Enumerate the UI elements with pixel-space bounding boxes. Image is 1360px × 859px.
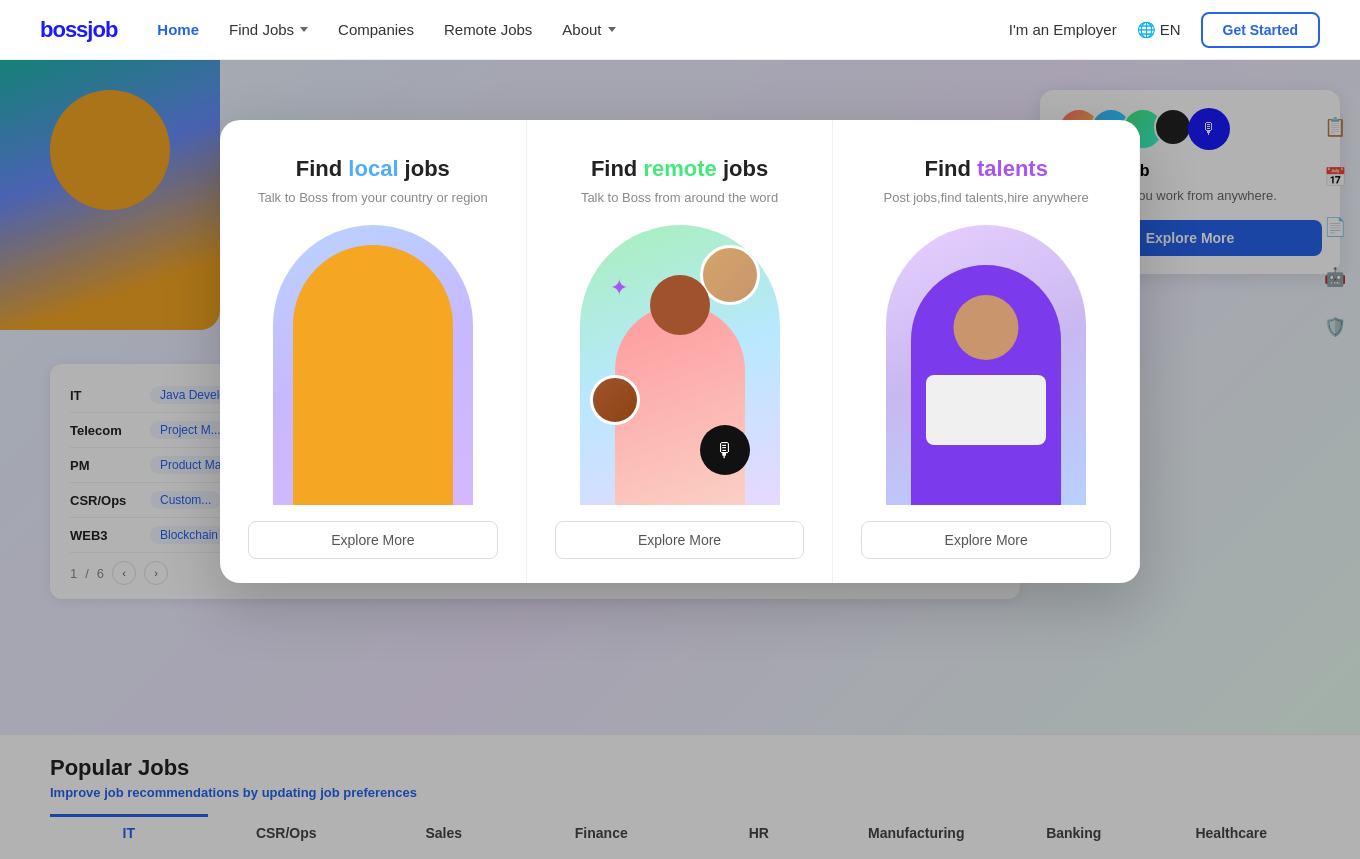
central-head [650,275,710,335]
nav-companies[interactable]: Companies [338,21,414,38]
nav-find-jobs[interactable]: Find Jobs [229,21,308,38]
floating-person-top [700,245,760,305]
find-talents-subtitle: Post jobs,find talents,hire anywhere [861,190,1111,205]
person1-body [293,245,453,505]
local-person-image [273,225,473,505]
local-explore-button[interactable]: Explore More [248,521,498,559]
modal-overlay[interactable]: Find local jobs Talk to Boss from your c… [0,60,1360,859]
nav-about[interactable]: About [562,21,615,38]
local-highlight: local [348,156,398,181]
find-local-subtitle: Talk to Boss from your country or region [248,190,498,205]
navbar: bossjob Home Find Jobs Companies Remote … [0,0,1360,60]
find-local-panel: Find local jobs Talk to Boss from your c… [220,120,527,583]
floating-person-left [590,375,640,425]
main-area: IT Java Developer Telecom Project M... P… [0,60,1360,859]
find-remote-title: Find remote jobs [555,156,805,182]
find-jobs-dropdown-icon [300,27,308,32]
logo[interactable]: bossjob [40,17,117,43]
nav-links: Home Find Jobs Companies Remote Jobs Abo… [157,21,1008,38]
find-jobs-modal: Find local jobs Talk to Boss from your c… [220,120,1140,583]
mic-float-icon: 🎙 [700,425,750,475]
nav-remote-jobs[interactable]: Remote Jobs [444,21,532,38]
about-dropdown-icon [608,27,616,32]
find-local-title: Find local jobs [248,156,498,182]
get-started-button[interactable]: Get Started [1201,12,1320,48]
p3-head [954,295,1019,360]
talents-highlight: talents [977,156,1048,181]
remote-highlight: remote [643,156,716,181]
language-selector[interactable]: 🌐 EN [1137,21,1181,39]
p3-laptop [926,375,1046,445]
globe-icon: 🌐 [1137,21,1156,39]
find-talents-title: Find talents [861,156,1111,182]
remote-person-image: ✦ 🎙 [580,225,780,505]
nav-right: I'm an Employer 🌐 EN Get Started [1009,12,1320,48]
find-remote-panel: Find remote jobs Talk to Boss from aroun… [527,120,834,583]
p3-body [911,265,1061,505]
nav-home[interactable]: Home [157,21,199,38]
find-remote-subtitle: Talk to Boss from around the word [555,190,805,205]
talents-explore-button[interactable]: Explore More [861,521,1111,559]
find-talents-panel: Find talents Post jobs,find talents,hire… [833,120,1140,583]
remote-explore-button[interactable]: Explore More [555,521,805,559]
talents-person-image [886,225,1086,505]
star-decoration: ✦ [610,275,628,301]
employer-link[interactable]: I'm an Employer [1009,21,1117,38]
